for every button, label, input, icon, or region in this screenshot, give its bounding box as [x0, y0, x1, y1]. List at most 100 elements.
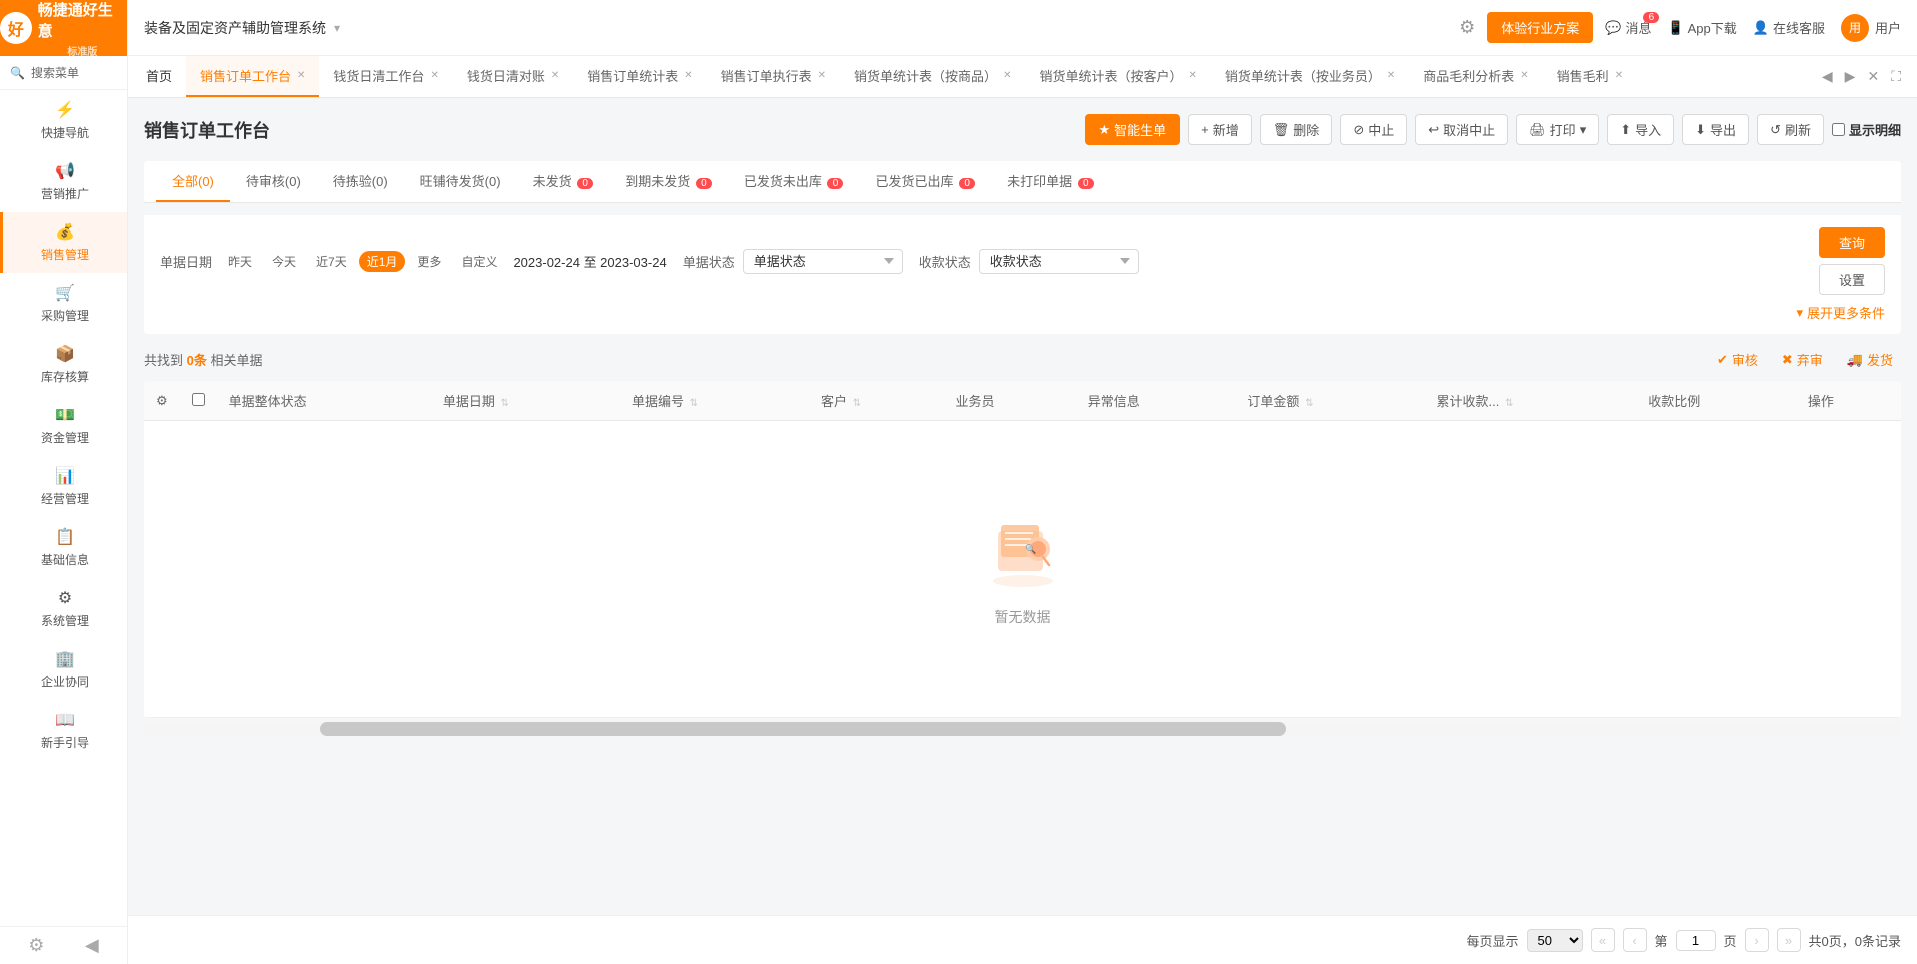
- tab-scroll-left-icon[interactable]: ◀: [1818, 66, 1837, 87]
- col-header-date[interactable]: 单据日期 ⇅: [431, 381, 620, 421]
- status-select[interactable]: 单据状态: [743, 249, 903, 274]
- review-toolbar-btn[interactable]: ✔ 审核: [1709, 346, 1766, 373]
- sidebar-item-label: 基础信息: [41, 551, 89, 568]
- add-button[interactable]: + 新增: [1188, 114, 1252, 145]
- settings-icon[interactable]: ⚙: [28, 935, 44, 956]
- tab-close-icon[interactable]: ✕: [551, 70, 559, 81]
- tab-close-all-icon[interactable]: ✕: [1863, 66, 1883, 87]
- ship-toolbar-btn[interactable]: 🚚 发货: [1839, 346, 1901, 373]
- collapse-icon[interactable]: ◀: [85, 935, 99, 956]
- col-header-amount[interactable]: 订单金额 ⇅: [1235, 381, 1424, 421]
- tab-sales-order-workbench[interactable]: 销售订单工作台 ✕: [186, 56, 319, 97]
- sidebar-search[interactable]: 🔍 搜索菜单: [0, 56, 127, 90]
- tab-cash-reconcile[interactable]: 钱货日清对账 ✕: [453, 56, 573, 97]
- date-opt-yesterday[interactable]: 昨天: [220, 251, 260, 272]
- tab-close-icon[interactable]: ✕: [684, 70, 692, 81]
- tab-fullscreen-icon[interactable]: ⛶: [1887, 66, 1905, 87]
- tab-sales-stat-customer[interactable]: 销货单统计表（按客户） ✕: [1025, 56, 1210, 97]
- export-button[interactable]: ⬇ 导出: [1682, 114, 1749, 145]
- prev-page-btn[interactable]: ‹: [1623, 928, 1647, 952]
- date-opt-7days[interactable]: 近7天: [308, 251, 355, 272]
- delete-button[interactable]: 🗑 删除: [1260, 114, 1333, 145]
- print-button[interactable]: 🖨 打印 ▾: [1516, 114, 1599, 145]
- sidebar-item-basic-info[interactable]: 📋 基础信息: [0, 517, 127, 578]
- sidebar-item-quick-nav[interactable]: ⚡ 快捷导航: [0, 90, 127, 151]
- filter-tab-not-printed[interactable]: 未打印单据 0: [991, 161, 1110, 202]
- filter-tab-shipped-not-out[interactable]: 已发货未出库 0: [728, 161, 860, 202]
- tab-sales-profit[interactable]: 销售毛利 ✕: [1543, 56, 1637, 97]
- cancel-stop-button[interactable]: ↩ 取消中止: [1415, 114, 1508, 145]
- topbar-settings-btn[interactable]: ⚙: [1459, 17, 1475, 38]
- col-header-collected[interactable]: 累计收款... ⇅: [1424, 381, 1636, 421]
- page-input[interactable]: [1676, 930, 1716, 951]
- sort-icon: ⇅: [1505, 398, 1513, 409]
- tab-close-icon[interactable]: ✕: [818, 70, 826, 81]
- filter-tab-shipped-out[interactable]: 已发货已出库 0: [859, 161, 991, 202]
- tab-gross-profit[interactable]: 商品毛利分析表 ✕: [1409, 56, 1542, 97]
- topbar-dropdown-icon[interactable]: ▾: [334, 21, 340, 35]
- sidebar-item-enterprise[interactable]: 🏢 企业协同: [0, 639, 127, 700]
- sidebar-item-operations[interactable]: 📊 经营管理: [0, 456, 127, 517]
- col-header-number[interactable]: 单据编号 ⇅: [620, 381, 809, 421]
- filter-tab-not-shipped[interactable]: 未发货 0: [517, 161, 610, 202]
- app-name: 畅捷通好生意: [38, 0, 127, 41]
- filter-tab-wangpu[interactable]: 旺铺待发货(0): [404, 161, 517, 202]
- sidebar-item-purchase[interactable]: 🛒 采购管理: [0, 273, 127, 334]
- scrollbar-thumb[interactable]: [320, 722, 1286, 736]
- tab-close-icon[interactable]: ✕: [1188, 70, 1196, 81]
- detail-checkbox[interactable]: [1832, 123, 1845, 136]
- query-button[interactable]: 查询: [1819, 227, 1885, 258]
- per-page-select[interactable]: 10 20 50 100: [1527, 929, 1583, 952]
- filter-tab-pending-review[interactable]: 待审核(0): [230, 161, 317, 202]
- date-opt-today[interactable]: 今天: [264, 251, 304, 272]
- filter-tab-expired[interactable]: 到期未发货 0: [609, 161, 728, 202]
- tab-close-icon[interactable]: ✕: [297, 70, 305, 81]
- filter-tab-all[interactable]: 全部(0): [156, 161, 230, 202]
- filter-action-btns: 查询 设置: [1819, 227, 1885, 295]
- sidebar-item-inventory[interactable]: 📦 库存核算: [0, 334, 127, 395]
- tab-sales-stat-staff[interactable]: 销货单统计表（按业务员） ✕: [1211, 56, 1409, 97]
- sidebar-item-finance[interactable]: 💵 资金管理: [0, 395, 127, 456]
- payment-select[interactable]: 收款状态: [979, 249, 1139, 274]
- tab-close-icon[interactable]: ✕: [1003, 70, 1011, 81]
- sidebar-item-marketing[interactable]: 📢 营销推广: [0, 151, 127, 212]
- date-opt-more[interactable]: 更多: [409, 251, 449, 272]
- filter-settings-button[interactable]: 设置: [1819, 264, 1885, 295]
- tab-close-icon[interactable]: ✕: [1387, 70, 1395, 81]
- import-button[interactable]: ⬆ 导入: [1607, 114, 1674, 145]
- trial-button[interactable]: 体验行业方案: [1487, 12, 1593, 43]
- filter-tab-pending-check[interactable]: 待拣验(0): [317, 161, 404, 202]
- next-page-btn[interactable]: ›: [1745, 928, 1769, 952]
- cancel-review-toolbar-btn[interactable]: ✖ 弃审: [1774, 346, 1831, 373]
- detail-toggle[interactable]: 显示明细: [1832, 120, 1901, 139]
- smart-create-button[interactable]: ★ 智能生单: [1085, 114, 1181, 145]
- first-page-btn[interactable]: «: [1591, 928, 1615, 952]
- online-service[interactable]: 👤 在线客服: [1753, 18, 1825, 37]
- sidebar-item-sales[interactable]: 💰 销售管理: [0, 212, 127, 273]
- horizontal-scrollbar[interactable]: [144, 722, 1901, 736]
- user-profile[interactable]: 用 用户: [1841, 14, 1901, 42]
- date-opt-1month[interactable]: 近1月: [359, 251, 406, 272]
- refresh-button[interactable]: ↺ 刷新: [1757, 114, 1824, 145]
- tab-sales-execute[interactable]: 销售订单执行表 ✕: [707, 56, 840, 97]
- tab-home[interactable]: 首页: [132, 56, 186, 97]
- tab-scroll-right-icon[interactable]: ▶: [1841, 66, 1860, 87]
- last-page-btn[interactable]: »: [1777, 928, 1801, 952]
- sidebar-item-label: 经营管理: [41, 490, 89, 507]
- stop-button[interactable]: ⊘ 中止: [1340, 114, 1407, 145]
- sidebar-item-guide[interactable]: 📖 新手引导: [0, 700, 127, 761]
- app-download[interactable]: 📱 App下载: [1667, 18, 1736, 37]
- date-opt-custom[interactable]: 自定义: [453, 251, 505, 272]
- tab-close-icon[interactable]: ✕: [430, 70, 438, 81]
- sidebar-item-system[interactable]: ⚙ 系统管理: [0, 578, 127, 639]
- select-all-checkbox[interactable]: [192, 393, 205, 406]
- settings-col-icon[interactable]: ⚙: [156, 393, 168, 408]
- tab-cash-daily[interactable]: 钱货日清工作台 ✕: [319, 56, 452, 97]
- message-center[interactable]: 💬 6 消息: [1605, 18, 1651, 37]
- tab-close-icon[interactable]: ✕: [1615, 70, 1623, 81]
- tab-sales-stat-product[interactable]: 销货单统计表（按商品） ✕: [840, 56, 1025, 97]
- expand-button[interactable]: ▾ 展开更多条件: [1796, 303, 1885, 322]
- tab-sales-stats[interactable]: 销售订单统计表 ✕: [573, 56, 706, 97]
- col-header-customer[interactable]: 客户 ⇅: [809, 381, 943, 421]
- tab-close-icon[interactable]: ✕: [1520, 70, 1528, 81]
